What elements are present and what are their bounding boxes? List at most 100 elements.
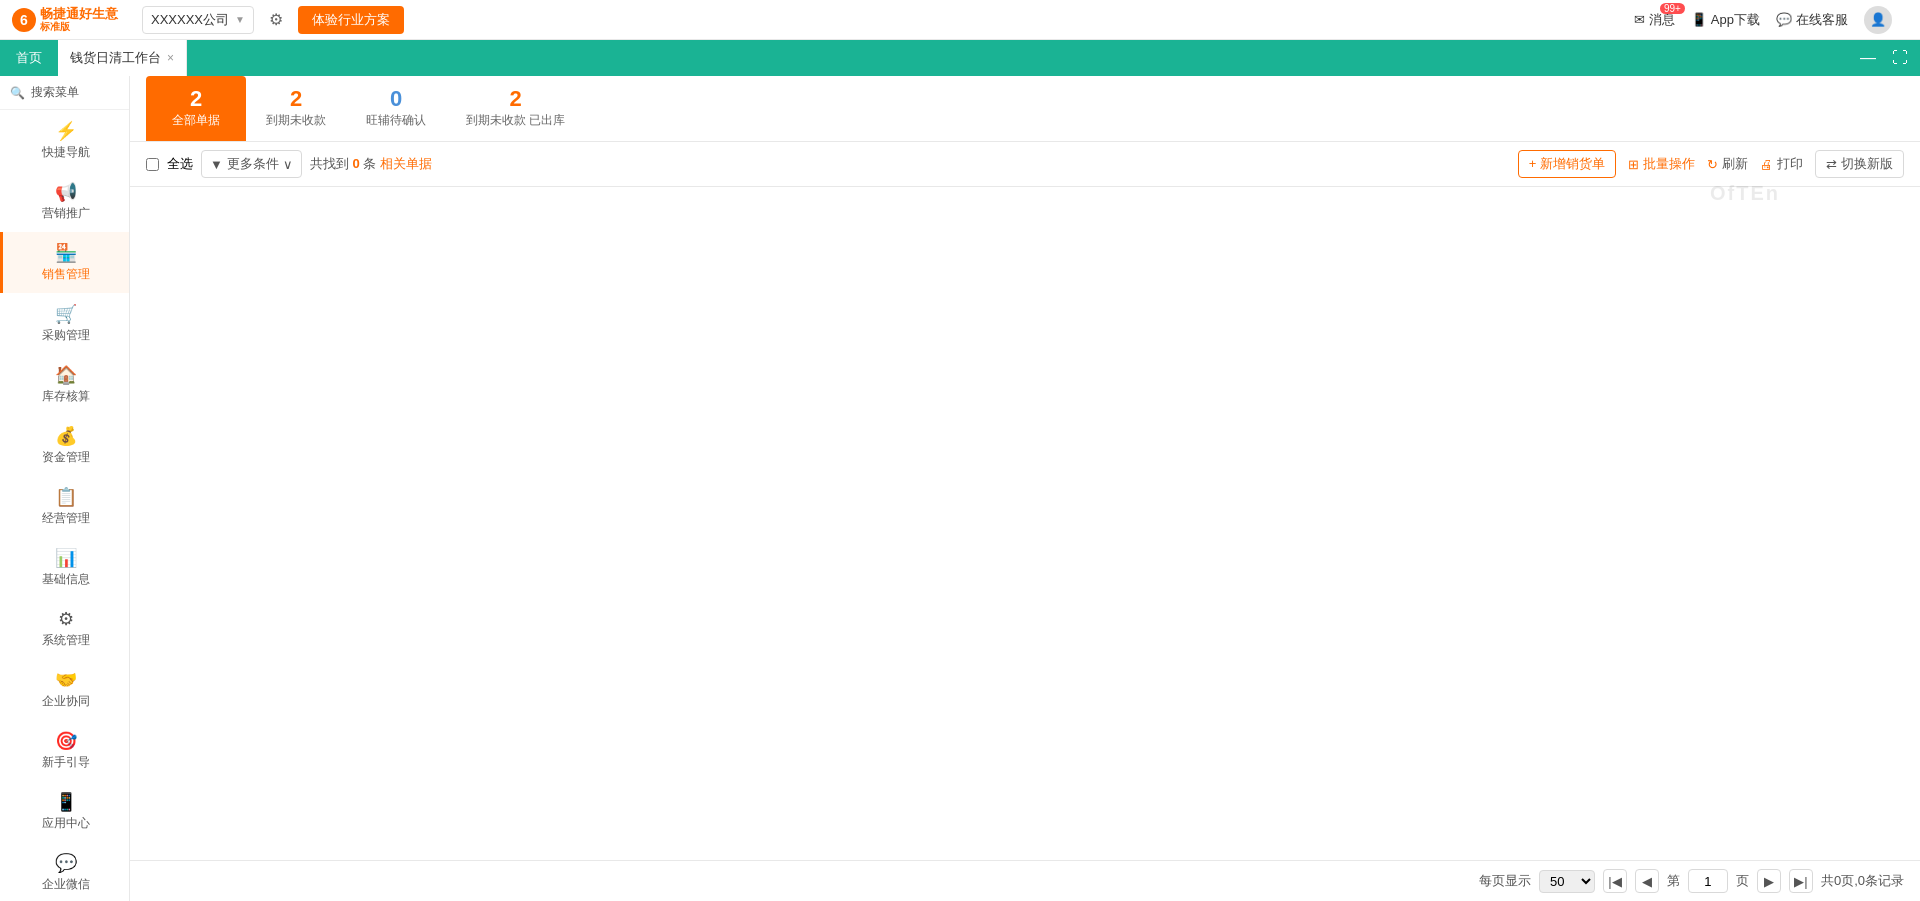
app-download-button[interactable]: 📱 App下载 xyxy=(1691,11,1760,29)
operations-icon: 📋 xyxy=(55,486,77,508)
print-icon: 🖨 xyxy=(1760,157,1773,172)
chevron-down-icon: ∨ xyxy=(283,157,293,172)
switch-version-button[interactable]: ⇄ 切换新版 xyxy=(1815,150,1904,178)
select-all-label: 全选 xyxy=(167,155,193,173)
print-button[interactable]: 🖨 打印 xyxy=(1760,155,1803,173)
main-layout: 🔍 搜索菜单 ⚡ 快捷导航 📢 营销推广 🏪 销售管理 🛒 采购管理 🏠 库存核… xyxy=(0,76,1920,901)
service-label: 在线客服 xyxy=(1796,11,1848,29)
sidebar-item-label: 系统管理 xyxy=(42,632,90,649)
settings-button[interactable]: ⚙ xyxy=(262,6,290,34)
company-name: XXXXXX公司 xyxy=(151,11,229,29)
maximize-button[interactable]: ⛶ xyxy=(1888,46,1912,70)
sidebar-item-label: 快捷导航 xyxy=(42,144,90,161)
guide-icon: 🎯 xyxy=(55,730,77,752)
sidebar-item-enterprise[interactable]: 🤝 企业协同 xyxy=(0,659,129,720)
refresh-button[interactable]: ↻ 刷新 xyxy=(1707,155,1748,173)
filter-label: 更多条件 xyxy=(227,155,279,173)
sidebar-item-sales[interactable]: 🏪 销售管理 xyxy=(0,232,129,293)
inventory-icon: 🏠 xyxy=(55,364,77,386)
app-center-icon: 📱 xyxy=(55,791,77,813)
stat-label-pending: 旺辅待确认 xyxy=(366,112,426,129)
sidebar-item-system[interactable]: ⚙ 系统管理 xyxy=(0,598,129,659)
sidebar-item-label: 营销推广 xyxy=(42,205,90,222)
sidebar-item-basic-info[interactable]: 📊 基础信息 xyxy=(0,537,129,598)
total-info: 共0页,0条记录 xyxy=(1821,872,1904,890)
page-label-unit: 页 xyxy=(1736,872,1749,890)
sidebar-item-purchase[interactable]: 🛒 采购管理 xyxy=(0,293,129,354)
logo-main: 畅捷通好生意 xyxy=(40,6,118,22)
refresh-icon: ↻ xyxy=(1707,157,1718,172)
content-area: 2 全部单据 2 到期未收款 0 旺辅待确认 2 到期未收款 已出库 全选 ▼ … xyxy=(130,76,1920,901)
sidebar-item-marketing[interactable]: 📢 营销推广 xyxy=(0,171,129,232)
page-next-button[interactable]: ▶ xyxy=(1757,869,1781,893)
stat-tab-pending[interactable]: 0 旺辅待确认 xyxy=(346,76,446,141)
tab-bar: 首页 钱货日清工作台 × — ⛶ xyxy=(0,40,1920,76)
sidebar-item-label: 基础信息 xyxy=(42,571,90,588)
message-button[interactable]: ✉ 消息 99+ xyxy=(1634,11,1675,29)
stat-count-overdue-out: 2 xyxy=(510,86,522,112)
sales-icon: 🏪 xyxy=(55,242,77,264)
page-last-button[interactable]: ▶| xyxy=(1789,869,1813,893)
stat-label-overdue-out: 到期未收款 已出库 xyxy=(466,112,565,129)
avatar[interactable]: 👤 xyxy=(1864,6,1892,34)
new-sale-button[interactable]: + 新增销货单 xyxy=(1518,150,1616,178)
message-badge: 99+ xyxy=(1660,3,1685,14)
service-icon: 💬 xyxy=(1776,12,1792,27)
stat-count-pending: 0 xyxy=(390,86,402,112)
sidebar-item-app-center[interactable]: 📱 应用中心 xyxy=(0,781,129,842)
marketing-icon: 📢 xyxy=(55,181,77,203)
sidebar-item-label: 资金管理 xyxy=(42,449,90,466)
filter-icon: ▼ xyxy=(210,157,223,172)
sidebar-item-label: 经营管理 xyxy=(42,510,90,527)
sidebar-item-finance[interactable]: 💰 资金管理 xyxy=(0,415,129,476)
system-icon: ⚙ xyxy=(58,608,74,630)
sidebar-item-guide[interactable]: 🎯 新手引导 xyxy=(0,720,129,781)
sidebar-item-quick-nav[interactable]: ⚡ 快捷导航 xyxy=(0,110,129,171)
app-icon: 📱 xyxy=(1691,12,1707,27)
minimize-button[interactable]: — xyxy=(1856,46,1880,70)
stat-count-all: 2 xyxy=(190,86,202,112)
sidebar-item-operations[interactable]: 📋 经营管理 xyxy=(0,476,129,537)
stat-count-overdue: 2 xyxy=(290,86,302,112)
purchase-icon: 🛒 xyxy=(55,303,77,325)
tab-close-icon[interactable]: × xyxy=(167,51,174,65)
toolbar: 全选 ▼ 更多条件 ∨ 共找到 0 条 相关单据 + 新增销货单 ⊞ 批量操作 … xyxy=(130,142,1920,187)
page-number-input[interactable] xyxy=(1688,869,1728,893)
sidebar-item-inventory[interactable]: 🏠 库存核算 xyxy=(0,354,129,415)
select-all-checkbox[interactable] xyxy=(146,158,159,171)
page-first-button[interactable]: |◀ xyxy=(1603,869,1627,893)
tab-home[interactable]: 首页 xyxy=(0,40,58,76)
sidebar-item-label: 新手引导 xyxy=(42,754,90,771)
trial-button[interactable]: 体验行业方案 xyxy=(298,6,404,34)
header-right: ✉ 消息 99+ 📱 App下载 💬 在线客服 👤 xyxy=(1634,6,1908,34)
basic-info-icon: 📊 xyxy=(55,547,77,569)
tab-work-station[interactable]: 钱货日清工作台 × xyxy=(58,40,187,76)
page-prev-button[interactable]: ◀ xyxy=(1635,869,1659,893)
enterprise-icon: 🤝 xyxy=(55,669,77,691)
page-size-select[interactable]: 50 20 100 200 xyxy=(1539,870,1595,893)
tab-label: 钱货日清工作台 xyxy=(70,49,161,67)
stat-tab-overdue-out[interactable]: 2 到期未收款 已出库 xyxy=(446,76,585,141)
switch-icon: ⇄ xyxy=(1826,157,1837,172)
sidebar-item-label: 库存核算 xyxy=(42,388,90,405)
quick-nav-icon: ⚡ xyxy=(55,120,77,142)
finance-icon: 💰 xyxy=(55,425,77,447)
chevron-down-icon: ▼ xyxy=(235,14,245,25)
sidebar-item-label: 企业协同 xyxy=(42,693,90,710)
logo-text: 畅捷通好生意 标准版 xyxy=(40,6,118,34)
sidebar-item-weixin[interactable]: 💬 企业微信 xyxy=(0,842,129,901)
logo-sub: 标准版 xyxy=(40,21,118,33)
service-button[interactable]: 💬 在线客服 xyxy=(1776,11,1848,29)
more-filter-button[interactable]: ▼ 更多条件 ∨ xyxy=(201,150,302,178)
company-selector[interactable]: XXXXXX公司 ▼ xyxy=(142,6,254,34)
search-menu[interactable]: 🔍 搜索菜单 xyxy=(0,76,129,110)
weixin-icon: 💬 xyxy=(55,852,77,874)
sidebar-item-label: 销售管理 xyxy=(42,266,90,283)
stat-tab-all[interactable]: 2 全部单据 xyxy=(146,76,246,141)
batch-operation-button[interactable]: ⊞ 批量操作 xyxy=(1628,155,1695,173)
search-icon: 🔍 xyxy=(10,86,25,100)
pagination: 每页显示 50 20 100 200 |◀ ◀ 第 页 ▶ ▶| 共0页,0条记… xyxy=(130,860,1920,901)
sidebar-item-label: 应用中心 xyxy=(42,815,90,832)
found-count: 0 xyxy=(353,156,360,171)
stat-tab-overdue[interactable]: 2 到期未收款 xyxy=(246,76,346,141)
